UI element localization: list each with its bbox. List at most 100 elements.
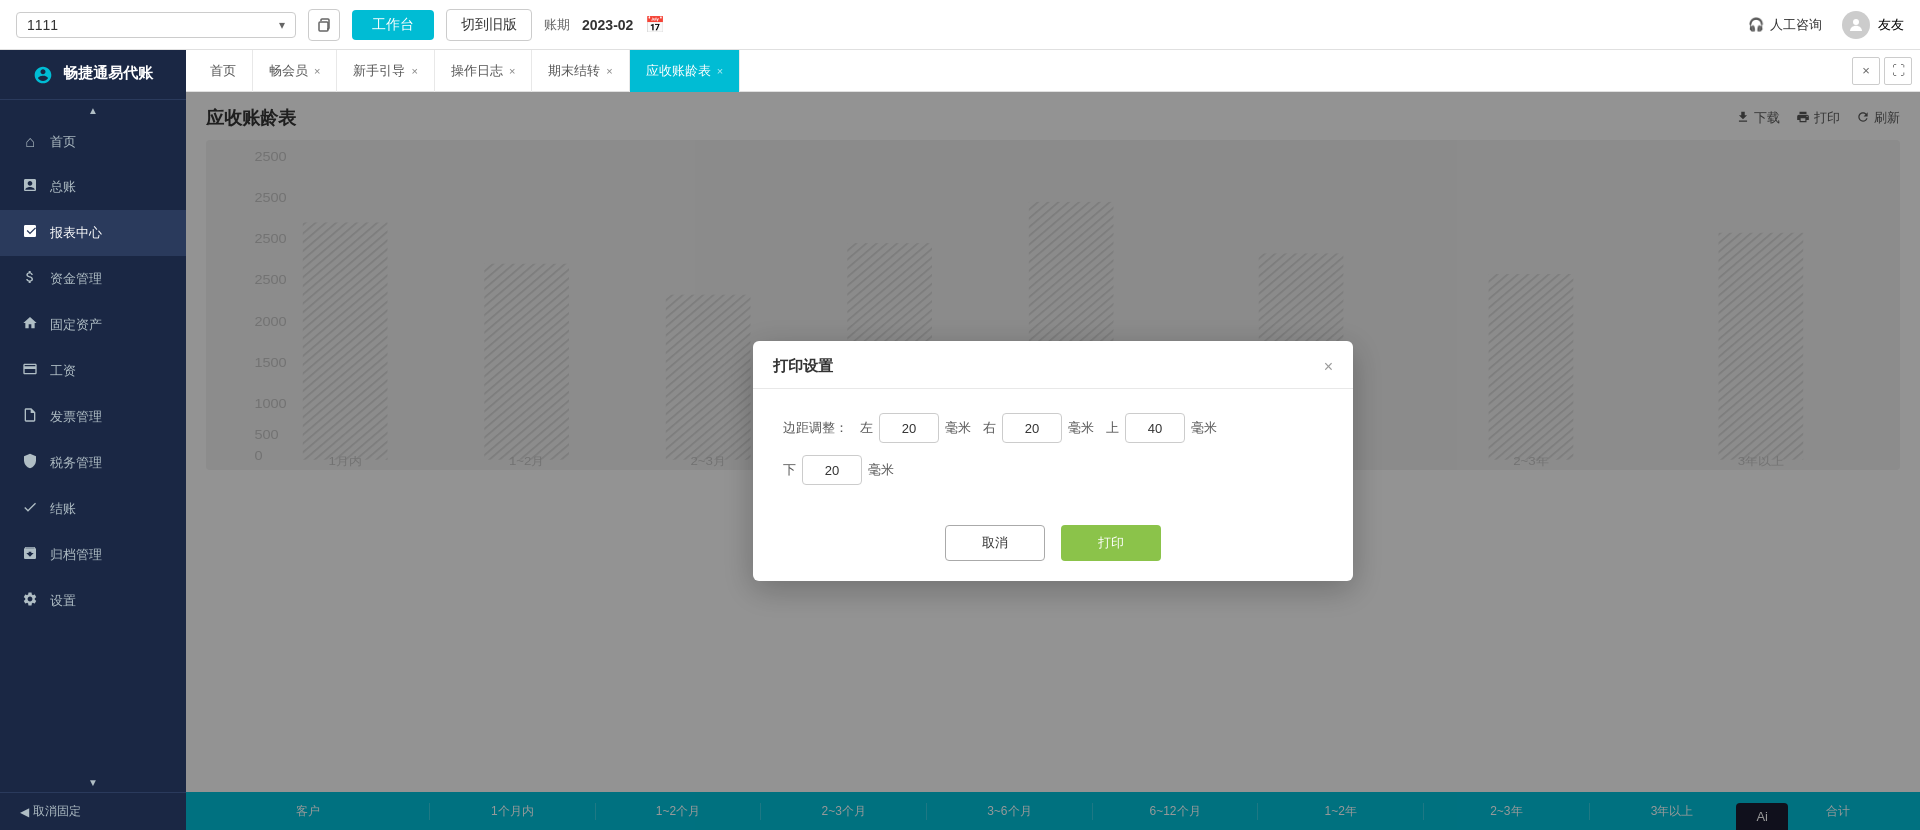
sidebar-item-tax[interactable]: 税务管理 (0, 440, 186, 486)
margin-bottom-group: 下 毫米 (783, 455, 894, 485)
tab-label: 首页 (210, 62, 236, 80)
period-prefix-label: 账期 (544, 16, 570, 34)
salary-icon (20, 361, 40, 381)
svg-rect-0 (319, 22, 328, 31)
tab-close-guide[interactable]: × (411, 65, 417, 77)
consult-label: 人工咨询 (1770, 16, 1822, 34)
sidebar-item-label: 首页 (50, 133, 76, 151)
tab-close-member[interactable]: × (314, 65, 320, 77)
left-prefix: 左 (860, 419, 873, 437)
ledger-icon (20, 177, 40, 197)
tab-oplog[interactable]: 操作日志 × (435, 50, 532, 92)
sidebar-item-label: 工资 (50, 362, 76, 380)
right-margin-input[interactable] (1002, 413, 1062, 443)
cancel-print-button[interactable]: 取消 (945, 525, 1045, 561)
copy-button[interactable] (308, 9, 340, 41)
home-icon: ⌂ (20, 133, 40, 151)
tab-member[interactable]: 畅会员 × (253, 50, 337, 92)
modal-body: 边距调整： 左 毫米 右 毫米 (753, 389, 1353, 509)
tab-maximize-button[interactable]: ⛶ (1884, 57, 1912, 85)
sidebar-item-label: 结账 (50, 500, 76, 518)
sidebar-item-label: 发票管理 (50, 408, 102, 426)
margin-left-group: 左 毫米 (860, 413, 971, 443)
sidebar-item-label: 报表中心 (50, 224, 102, 242)
tab-home[interactable]: 首页 (194, 50, 253, 92)
company-name: 1111 (27, 17, 273, 33)
settings-icon (20, 591, 40, 611)
workbench-button[interactable]: 工作台 (352, 10, 434, 40)
modal-header: 打印设置 × (753, 341, 1353, 389)
sidebar-item-label: 总账 (50, 178, 76, 196)
cancel-fixed-button[interactable]: ◀ 取消固定 (0, 792, 186, 830)
main-content: 首页 畅会员 × 新手引导 × 操作日志 × 期末结转 × 应收账龄表 × (186, 50, 1920, 830)
page-area: 应收账龄表 下载 打印 (186, 92, 1920, 830)
top-header: 1111 ▾ 工作台 切到旧版 账期 2023-02 📅 🎧 人工咨询 友友 (0, 0, 1920, 50)
main-layout: 畅捷通易代账 ▲ ⌂ 首页 总账 报表中心 (0, 50, 1920, 830)
company-selector[interactable]: 1111 ▾ (16, 12, 296, 38)
tab-label: 应收账龄表 (646, 62, 711, 80)
margin-top-group: 上 毫米 (1106, 413, 1217, 443)
tab-aging[interactable]: 应收账龄表 × (630, 50, 740, 92)
modal-close-button[interactable]: × (1324, 358, 1333, 376)
sidebar-item-asset[interactable]: 固定资产 (0, 302, 186, 348)
svg-point-1 (1853, 19, 1859, 25)
sidebar-item-ledger[interactable]: 总账 (0, 164, 186, 210)
sidebar-item-fund[interactable]: 资金管理 (0, 256, 186, 302)
sidebar-item-checkout[interactable]: 结账 (0, 486, 186, 532)
sidebar-item-report[interactable]: 报表中心 (0, 210, 186, 256)
period-value: 2023-02 (582, 17, 633, 33)
left-margin-input[interactable] (879, 413, 939, 443)
modal-title: 打印设置 (773, 357, 833, 376)
tab-close-period-end[interactable]: × (606, 65, 612, 77)
checkout-icon (20, 499, 40, 519)
sidebar-item-label: 归档管理 (50, 546, 102, 564)
tab-label: 期末结转 (548, 62, 600, 80)
tax-icon (20, 453, 40, 473)
tab-label: 新手引导 (353, 62, 405, 80)
right-prefix: 右 (983, 419, 996, 437)
sidebar-item-label: 设置 (50, 592, 76, 610)
modal-footer: 取消 打印 (753, 509, 1353, 581)
report-icon (20, 223, 40, 243)
consult-button[interactable]: 🎧 人工咨询 (1748, 16, 1822, 34)
margin-right-group: 右 毫米 (983, 413, 1094, 443)
modal-overlay: 打印设置 × 边距调整： 左 毫米 右 (186, 92, 1920, 830)
sidebar-item-salary[interactable]: 工资 (0, 348, 186, 394)
old-version-button[interactable]: 切到旧版 (446, 9, 532, 41)
user-info[interactable]: 友友 (1842, 11, 1904, 39)
top-prefix: 上 (1106, 419, 1119, 437)
margin-label: 边距调整： (783, 419, 848, 437)
sidebar-scroll-up[interactable]: ▲ (0, 100, 186, 120)
tab-bar: 首页 畅会员 × 新手引导 × 操作日志 × 期末结转 × 应收账龄表 × (186, 50, 1920, 92)
sidebar-item-archive[interactable]: 归档管理 (0, 532, 186, 578)
pin-icon: ◀ (20, 805, 29, 819)
tab-close-window-button[interactable]: × (1852, 57, 1880, 85)
calendar-icon[interactable]: 📅 (645, 15, 665, 34)
right-unit: 毫米 (1068, 419, 1094, 437)
tab-guide[interactable]: 新手引导 × (337, 50, 434, 92)
top-margin-input[interactable] (1125, 413, 1185, 443)
sidebar: 畅捷通易代账 ▲ ⌂ 首页 总账 报表中心 (0, 50, 186, 830)
header-right: 🎧 人工咨询 友友 (1748, 11, 1904, 39)
tab-actions: × ⛶ (1852, 57, 1912, 85)
chevron-down-icon: ▾ (279, 18, 285, 32)
tab-period-end[interactable]: 期末结转 × (532, 50, 629, 92)
tab-close-aging[interactable]: × (717, 65, 723, 77)
top-unit: 毫米 (1191, 419, 1217, 437)
asset-icon (20, 315, 40, 335)
confirm-print-button[interactable]: 打印 (1061, 525, 1161, 561)
sidebar-item-home[interactable]: ⌂ 首页 (0, 120, 186, 164)
sidebar-item-label: 固定资产 (50, 316, 102, 334)
left-unit: 毫米 (945, 419, 971, 437)
archive-icon (20, 545, 40, 565)
sidebar-scroll-down[interactable]: ▼ (0, 772, 186, 792)
sidebar-item-settings[interactable]: 设置 (0, 578, 186, 624)
sidebar-nav: ⌂ 首页 总账 报表中心 资金管理 (0, 120, 186, 772)
tab-close-oplog[interactable]: × (509, 65, 515, 77)
sidebar-item-label: 资金管理 (50, 270, 102, 288)
sidebar-item-invoice[interactable]: 发票管理 (0, 394, 186, 440)
bottom-prefix: 下 (783, 461, 796, 479)
user-label: 友友 (1878, 16, 1904, 34)
sidebar-item-label: 税务管理 (50, 454, 102, 472)
bottom-margin-input[interactable] (802, 455, 862, 485)
